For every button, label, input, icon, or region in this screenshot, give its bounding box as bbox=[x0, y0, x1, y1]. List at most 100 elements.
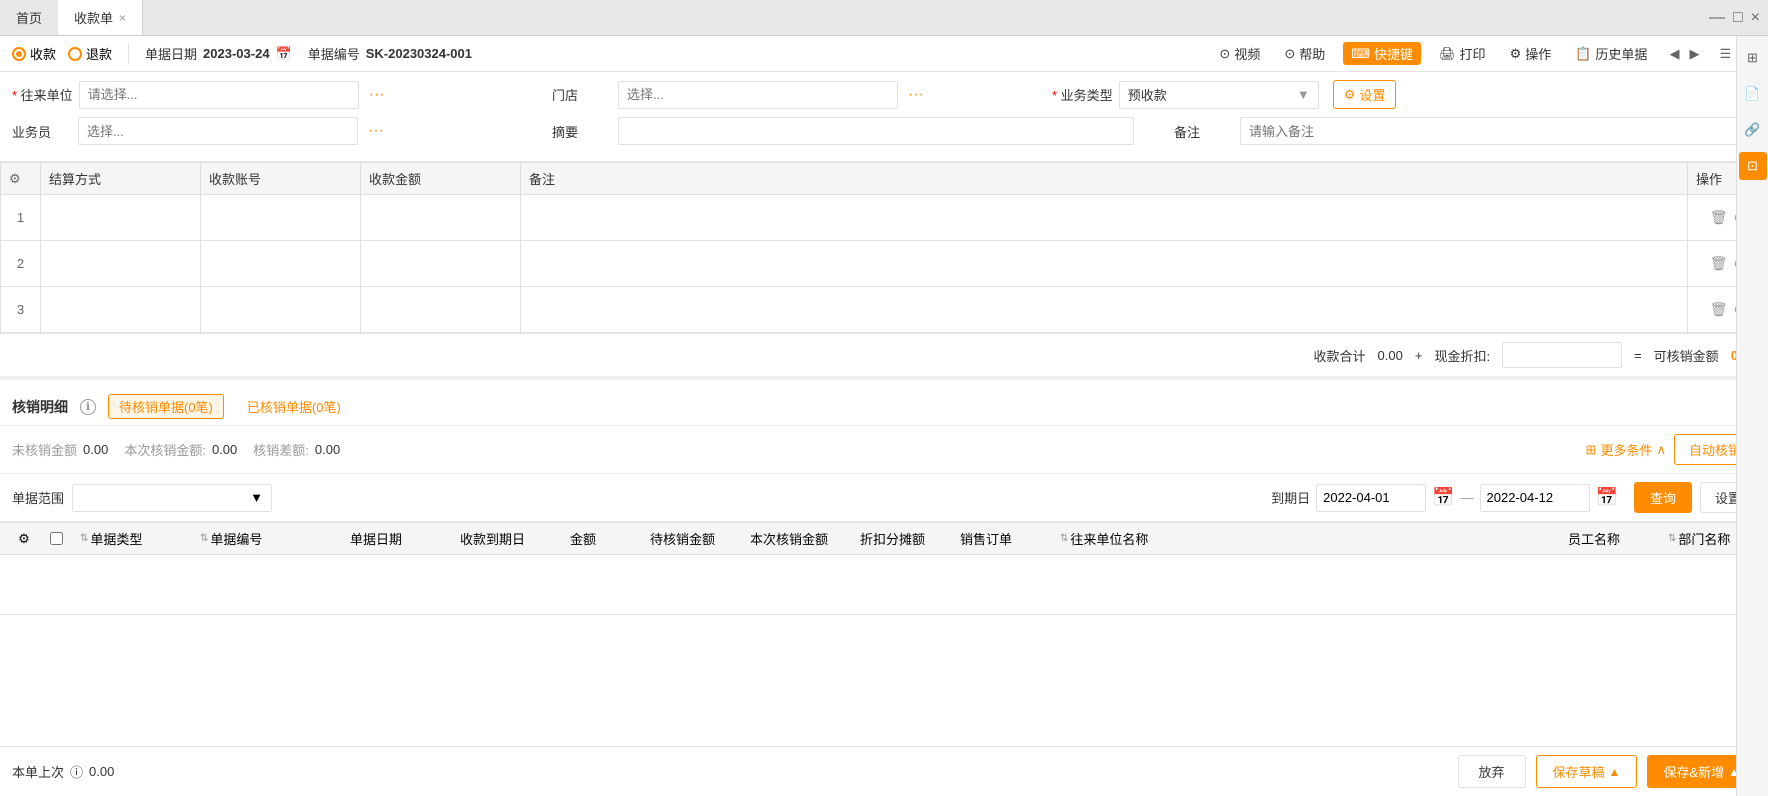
row-3-settlement[interactable] bbox=[41, 287, 201, 333]
video-btn[interactable]: ⊙ 视频 bbox=[1213, 42, 1266, 65]
row-3-delete-icon[interactable]: 🗑 bbox=[1710, 301, 1728, 318]
nav-arrows: ◀ ▶ bbox=[1665, 44, 1703, 64]
staff-input[interactable] bbox=[78, 117, 358, 145]
table-container: ⚙ 结算方式 收款账号 收款金额 bbox=[0, 162, 1768, 333]
partner-label: 往来单位 bbox=[12, 85, 73, 104]
operation-btn[interactable]: ⚙ 操作 bbox=[1504, 42, 1558, 65]
summary-input[interactable] bbox=[618, 117, 1134, 145]
radio-receipt[interactable]: 收款 bbox=[12, 44, 56, 63]
table-row: 2 🗑 ⊕ bbox=[1, 241, 1768, 287]
store-input[interactable] bbox=[618, 81, 898, 109]
staff-more-btn[interactable]: ··· bbox=[368, 122, 384, 140]
row-2-account[interactable] bbox=[201, 241, 361, 287]
content-scroll[interactable]: 收款 退款 单据日期 2023-03-24 📅 单据编号 SK-20230324… bbox=[0, 36, 1768, 746]
total-value: 0.00 bbox=[1378, 348, 1403, 363]
table-gear-icon[interactable]: ⚙ bbox=[9, 171, 21, 186]
row-2-amount-input[interactable] bbox=[361, 241, 520, 286]
select-all-checkbox[interactable] bbox=[50, 532, 63, 545]
row-3-amount-input[interactable] bbox=[361, 287, 520, 332]
bottom-table-cols: ⇅ 单据类型 ⇅ 单据编号 单据日期 收款到期日 金额 待核销金额 本次核销金额… bbox=[72, 529, 1760, 548]
sidebar-scan-icon[interactable]: ⊡ bbox=[1739, 152, 1767, 180]
summary-row: 收款合计 0.00 + 现金折扣: = 可核销金额 0.00 bbox=[0, 333, 1768, 376]
settings-btn[interactable]: ⚙ 设置 bbox=[1333, 80, 1397, 109]
close-btn[interactable]: × bbox=[1751, 9, 1760, 27]
list-view-icon[interactable]: ☰ bbox=[1715, 44, 1735, 64]
row-3-settlement-input[interactable] bbox=[41, 287, 200, 332]
row-1-account[interactable] bbox=[201, 195, 361, 241]
current-value: 0.00 bbox=[212, 442, 237, 457]
partner-input[interactable] bbox=[79, 81, 359, 109]
sidebar-table-icon[interactable]: ⊞ bbox=[1739, 44, 1767, 72]
row-2-note[interactable] bbox=[521, 241, 1688, 287]
last-order-value: 0.00 bbox=[89, 764, 114, 779]
history-btn[interactable]: 📋 历史单据 bbox=[1569, 42, 1653, 65]
footer-info: 本单上次 ⓘ 0.00 bbox=[12, 762, 114, 781]
row-2-settlement[interactable] bbox=[41, 241, 201, 287]
row-3-note[interactable] bbox=[521, 287, 1688, 333]
row-1-note-input[interactable] bbox=[521, 195, 1687, 240]
row-1-note[interactable] bbox=[521, 195, 1688, 241]
store-more-btn[interactable]: ··· bbox=[908, 86, 924, 104]
row-3-amount[interactable] bbox=[361, 287, 521, 333]
bottom-table-header: ⚙ ⇅ 单据类型 ⇅ 单据编号 单据日期 收款到期日 金额 bbox=[0, 522, 1768, 555]
number-value: SK-20230324-001 bbox=[366, 46, 472, 61]
bottom-table-body bbox=[0, 555, 1768, 615]
row-2-delete-icon[interactable]: 🗑 bbox=[1710, 255, 1728, 272]
row-3-account-input[interactable] bbox=[201, 287, 360, 332]
radio-refund[interactable]: 退款 bbox=[68, 44, 112, 63]
tab-current[interactable]: 收款单 × bbox=[58, 0, 143, 35]
note-input[interactable] bbox=[1240, 117, 1756, 145]
partner-more-btn[interactable]: ··· bbox=[369, 86, 385, 104]
pending-tab-label: 待核销单据(0笔) bbox=[119, 400, 213, 415]
tab-close-btn[interactable]: × bbox=[119, 11, 126, 25]
calendar-icon[interactable]: 📅 bbox=[276, 46, 292, 62]
row-2-settlement-input[interactable] bbox=[41, 241, 200, 286]
done-tab-label: 已核销单据(0笔) bbox=[247, 400, 341, 415]
chevron-up-icon: ∧ bbox=[1656, 442, 1666, 458]
row-1-settlement-input[interactable] bbox=[41, 195, 200, 240]
maximize-btn[interactable]: □ bbox=[1733, 9, 1743, 27]
row-3-account[interactable] bbox=[201, 287, 361, 333]
minimize-btn[interactable]: — bbox=[1709, 9, 1725, 27]
query-btn[interactable]: 查询 bbox=[1634, 482, 1692, 513]
row-1-amount[interactable] bbox=[361, 195, 521, 241]
row-3-note-input[interactable] bbox=[521, 287, 1687, 332]
range-select[interactable]: ▼ bbox=[72, 484, 272, 512]
row-1-delete-icon[interactable]: 🗑 bbox=[1710, 209, 1728, 226]
current-label: 本次核销金额: bbox=[124, 440, 206, 459]
next-arrow[interactable]: ▶ bbox=[1685, 44, 1703, 64]
calendar-from-icon[interactable]: 📅 bbox=[1432, 487, 1454, 508]
tab-home[interactable]: 首页 bbox=[0, 0, 58, 35]
bottom-table-gear[interactable]: ⚙ bbox=[8, 531, 40, 547]
print-btn[interactable]: 🖨 打印 bbox=[1433, 42, 1492, 65]
col-current: 本次核销金额 bbox=[742, 529, 852, 548]
more-conditions-btn[interactable]: ⊞ 更多条件 ∧ bbox=[1586, 440, 1666, 459]
info-icon[interactable]: ℹ bbox=[80, 399, 96, 415]
save-draft-btn[interactable]: 保存草稿 ▲ bbox=[1536, 755, 1638, 788]
discount-input[interactable] bbox=[1502, 342, 1622, 368]
col-doc-num-sort[interactable]: ⇅ bbox=[200, 533, 208, 544]
shortcut-btn[interactable]: ⌨ 快捷键 bbox=[1343, 42, 1421, 65]
col-doc-type-sort[interactable]: ⇅ bbox=[80, 533, 88, 544]
row-2-note-input[interactable] bbox=[521, 241, 1687, 286]
row-2-amount[interactable] bbox=[361, 241, 521, 287]
business-type-select[interactable]: 预收款 ▼ bbox=[1119, 81, 1319, 109]
calendar-to-icon[interactable]: 📅 bbox=[1596, 487, 1618, 508]
date-from-input[interactable] bbox=[1316, 484, 1426, 512]
info-circle-icon[interactable]: ⓘ bbox=[70, 762, 83, 781]
prev-arrow[interactable]: ◀ bbox=[1665, 44, 1683, 64]
pending-tab[interactable]: 待核销单据(0笔) bbox=[108, 394, 224, 419]
row-2-account-input[interactable] bbox=[201, 241, 360, 286]
sidebar-document-icon[interactable]: 📄 bbox=[1739, 80, 1767, 108]
col-dept-sort[interactable]: ⇅ bbox=[1668, 533, 1676, 544]
date-to-input[interactable] bbox=[1480, 484, 1590, 512]
abandon-btn[interactable]: 放弃 bbox=[1458, 755, 1526, 788]
row-1-account-input[interactable] bbox=[201, 195, 360, 240]
sidebar-link-icon[interactable]: 🔗 bbox=[1739, 116, 1767, 144]
row-1-settlement[interactable] bbox=[41, 195, 201, 241]
row-1-amount-input[interactable] bbox=[361, 195, 520, 240]
col-partner-sort[interactable]: ⇅ bbox=[1060, 533, 1068, 544]
summary-label: 摘要 bbox=[552, 122, 612, 141]
help-btn[interactable]: ⊙ 帮助 bbox=[1278, 42, 1331, 65]
done-tab[interactable]: 已核销单据(0笔) bbox=[236, 394, 352, 419]
